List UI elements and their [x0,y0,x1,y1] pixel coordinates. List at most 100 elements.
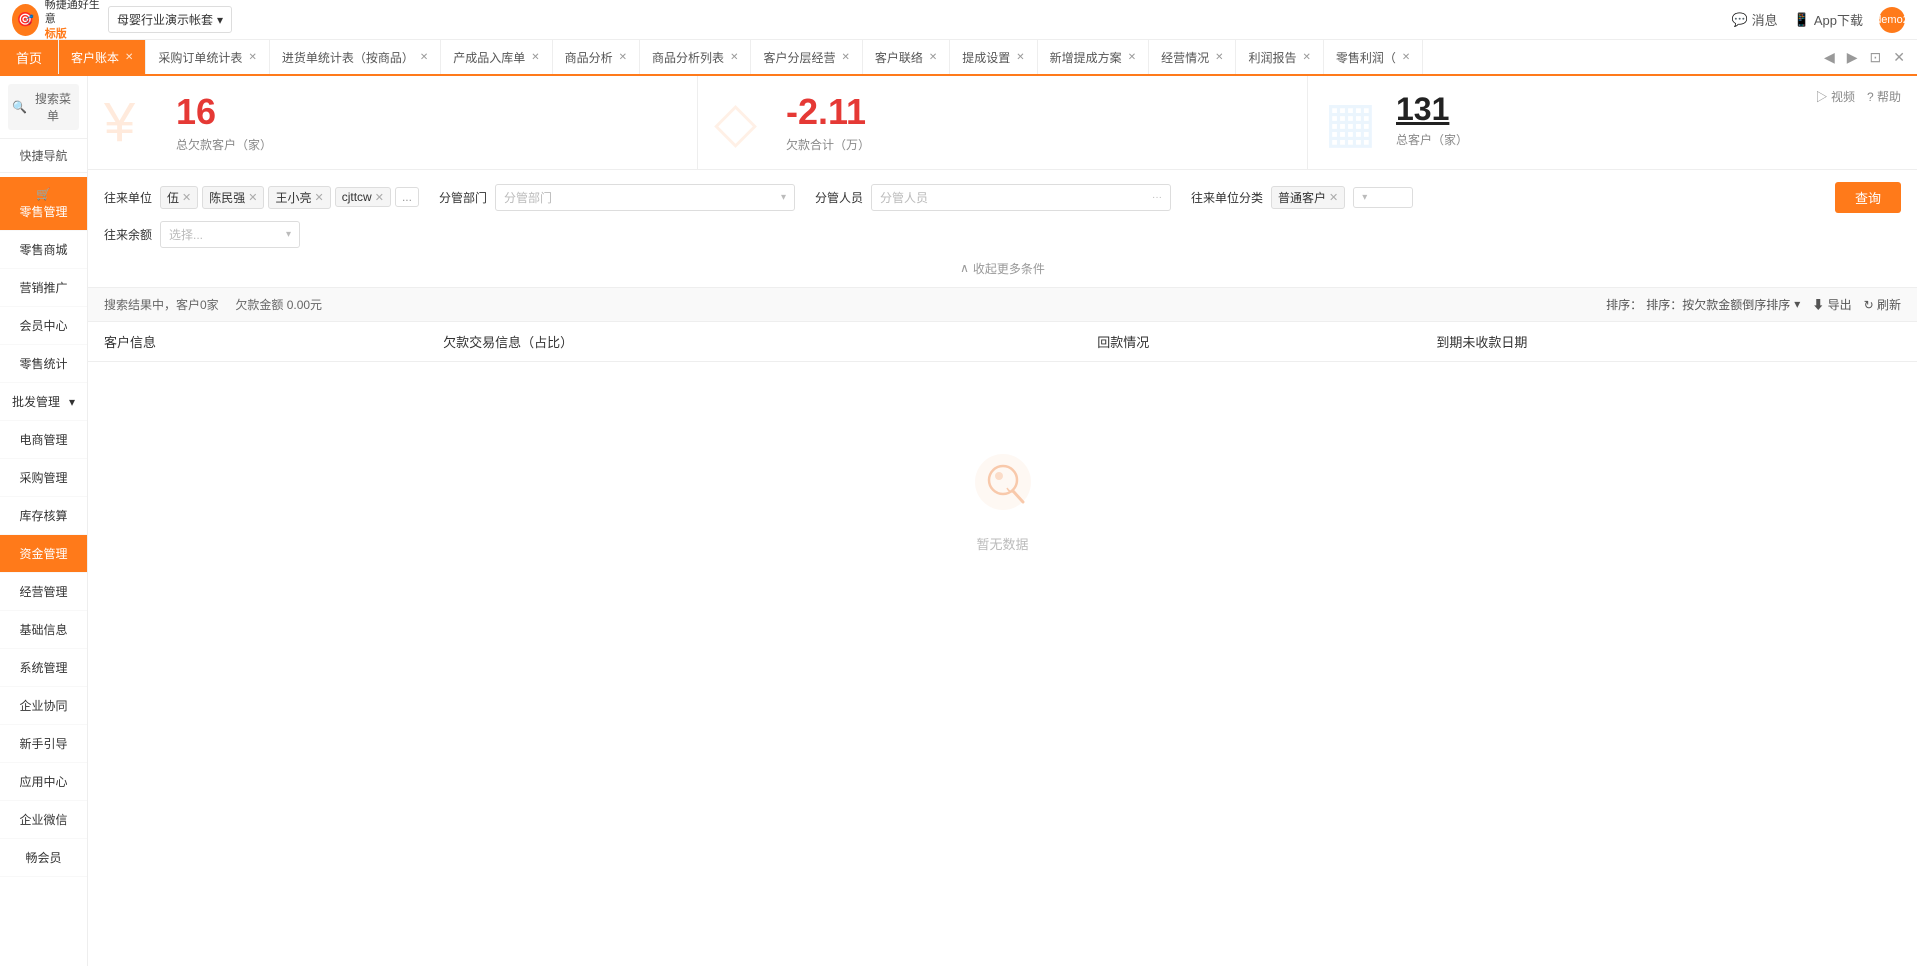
sidebar-item-retail[interactable]: 🛒 零售管理 [0,177,87,231]
unit-more-dots[interactable]: ... [395,187,419,207]
industry-selector[interactable]: 母婴行业演示帐套 ▾ [108,6,232,33]
remove-tag-normal[interactable]: ✕ [1329,191,1338,204]
tab-profit-report[interactable]: 利润报告 ✕ [1236,40,1323,74]
sidebar-item-guide[interactable]: 新手引导 [0,725,87,763]
tab-customer-tier[interactable]: 客户分层经营 ✕ [751,40,862,74]
tab-close-icon[interactable]: ✕ [248,52,256,63]
tab-production[interactable]: 产成品入库单 ✕ [441,40,552,74]
stat-card-customers: ¥ 16 总欠款客户（家） [88,76,698,169]
tab-close-icon[interactable]: ✕ [619,52,627,63]
sidebar-quick-nav[interactable]: 快捷导航 [0,139,87,173]
tab-close-icon[interactable]: ✕ [1128,52,1136,63]
sidebar-item-retail-stats[interactable]: 零售统计 [0,345,87,383]
table-container: 客户信息 欠款交易信息（占比） 回款情况 到期未收款日期 [88,322,1917,966]
category-select[interactable]: ▾ [1353,187,1413,208]
video-help: ▷ 视频 ? 帮助 [1816,88,1901,105]
sidebar-item-ecommerce[interactable]: 电商管理 [0,421,87,459]
sidebar-item-membership[interactable]: 会员中心 [0,307,87,345]
balance-select[interactable]: 选择... ▾ [160,221,300,248]
tab-product-list[interactable]: 商品分析列表 ✕ [640,40,751,74]
tab-close-icon[interactable]: ✕ [531,52,539,63]
content-area: ¥ 16 总欠款客户（家） ◇ -2.11 欠款合计（万） ▦ 131 总 [88,76,1917,966]
sidebar: 🔍 搜索菜单 快捷导航 🛒 零售管理 零售商城 营销推广 会员中心 零售统计 [0,76,88,966]
sidebar-item-capital[interactable]: 资金管理 [0,535,87,573]
sidebar-item-wechat[interactable]: 企业微信 [0,801,87,839]
tab-close-icon[interactable]: ✕ [125,52,133,63]
filter-row-1: 往来单位 伍 ✕ 陈民强 ✕ 王小亮 ✕ cjttcw [104,182,1901,213]
sidebar-item-wholesale[interactable]: 批发管理 ▾ [0,383,87,421]
filter-row-2: 往来余额 选择... ▾ [104,221,1901,248]
tab-close-icon[interactable]: ✕ [1303,52,1311,63]
tab-operations[interactable]: 经营情况 ✕ [1149,40,1236,74]
person-select[interactable]: 分管人员 ··· [871,184,1171,211]
query-btn[interactable]: 查询 [1835,182,1901,213]
sidebar-item-marketing[interactable]: 营销推广 [0,269,87,307]
remove-tag-cjttcw[interactable]: ✕ [375,191,384,204]
tab-retail-profit[interactable]: 零售利润（ ✕ [1324,40,1423,74]
remove-tag-wang[interactable]: ✕ [315,191,324,204]
results-summary: 搜索结果中，客户0家 欠款金额 0.00元 [104,296,322,313]
user-btn[interactable]: demo2 [1879,7,1905,33]
dept-select[interactable]: 分管部门 ▾ [495,184,795,211]
video-btn[interactable]: ▷ 视频 [1816,88,1855,105]
tab-close-all-btn[interactable]: ✕ [1889,47,1909,68]
tab-close-icon[interactable]: ✕ [1402,52,1410,63]
sidebar-item-enterprise[interactable]: 企业协同 [0,687,87,725]
tab-close-icon[interactable]: ✕ [841,52,849,63]
tab-product-analysis[interactable]: 商品分析 ✕ [553,40,640,74]
empty-row: 暂无数据 [88,361,1917,633]
stat-value-amount: -2.11 [786,92,870,132]
sidebar-item-system[interactable]: 系统管理 [0,649,87,687]
empty-state: 暂无数据 [88,362,1917,633]
tab-purchase-order[interactable]: 采购订单统计表 ✕ [146,40,269,74]
avatar: demo2 [1879,7,1905,33]
tab-close-icon[interactable]: ✕ [929,52,937,63]
unit-tags: 伍 ✕ 陈民强 ✕ 王小亮 ✕ cjttcw ✕ ... [160,186,419,209]
sidebar-item-app-center[interactable]: 应用中心 [0,763,87,801]
tab-prev-btn[interactable]: ◀ [1820,47,1839,68]
sidebar-item-purchase[interactable]: 采购管理 [0,459,87,497]
tab-close-icon[interactable]: ✕ [420,52,428,63]
export-btn[interactable]: ⬇ 导出 [1812,296,1851,313]
remove-tag-chen[interactable]: ✕ [248,191,257,204]
stats-row: ¥ 16 总欠款客户（家） ◇ -2.11 欠款合计（万） ▦ 131 总 [88,76,1917,170]
tab-close-icon[interactable]: ✕ [1016,52,1024,63]
sidebar-search: 🔍 搜索菜单 [0,76,87,139]
stat-label-amount: 欠款合计（万） [786,136,870,153]
sidebar-item-basic-info[interactable]: 基础信息 [0,611,87,649]
sidebar-item-member[interactable]: 畅会员 [0,839,87,877]
stat-value-total: 131 [1396,92,1468,127]
search-menu-btn[interactable]: 🔍 搜索菜单 [8,84,79,130]
unit-tag-wang: 王小亮 ✕ [268,186,330,209]
collapse-btn[interactable]: ∧ 收起更多条件 [104,256,1901,281]
help-btn[interactable]: ? 帮助 [1867,88,1901,105]
sidebar-item-operations[interactable]: 经营管理 [0,573,87,611]
unit-tag-chen: 陈民强 ✕ [202,186,264,209]
tab-purchase-stats[interactable]: 进货单统计表（按商品） ✕ [270,40,441,74]
tab-home[interactable]: 首页 [0,40,59,74]
message-btn[interactable]: 💬 消息 [1731,10,1777,29]
empty-text: 暂无数据 [976,534,1028,553]
app-download-btn[interactable]: 📱 App下载 [1794,10,1863,29]
sort-select[interactable]: 排序： 排序：按欠款金额倒序排序 ▾ [1606,296,1800,313]
tab-customer-contact[interactable]: 客户联络 ✕ [863,40,950,74]
col-overdue-date: 到期未收款日期 [1420,322,1917,362]
empty-icon [963,442,1043,522]
tab-next-btn[interactable]: ▶ [1843,47,1862,68]
tab-close-icon[interactable]: ✕ [730,52,738,63]
logo-text: 畅捷通好生意 标版 [45,0,100,41]
col-customer-info: 客户信息 [88,322,427,362]
remove-tag-wu[interactable]: ✕ [182,191,191,204]
tab-close-icon[interactable]: ✕ [1215,52,1223,63]
sidebar-item-inventory[interactable]: 库存核算 [0,497,87,535]
tab-customer-ledger[interactable]: 客户账本 ✕ [59,40,146,74]
sidebar-item-retail-mall[interactable]: 零售商城 [0,231,87,269]
tab-commission-settings[interactable]: 提成设置 ✕ [950,40,1037,74]
refresh-btn[interactable]: ↻ 刷新 [1864,296,1901,313]
stat-card-total: ▦ 131 总客户（家） ▷ 视频 ? 帮助 [1308,76,1917,169]
results-right: 排序： 排序：按欠款金额倒序排序 ▾ ⬇ 导出 ↻ 刷新 [1606,296,1901,313]
tab-add-commission[interactable]: 新增提成方案 ✕ [1038,40,1149,74]
unit-label: 往来单位 [104,189,152,206]
tab-expand-btn[interactable]: ⊡ [1866,47,1886,68]
top-bar: 🎯 畅捷通好生意 标版 母婴行业演示帐套 ▾ 💬 消息 📱 App下载 demo… [0,0,1917,40]
